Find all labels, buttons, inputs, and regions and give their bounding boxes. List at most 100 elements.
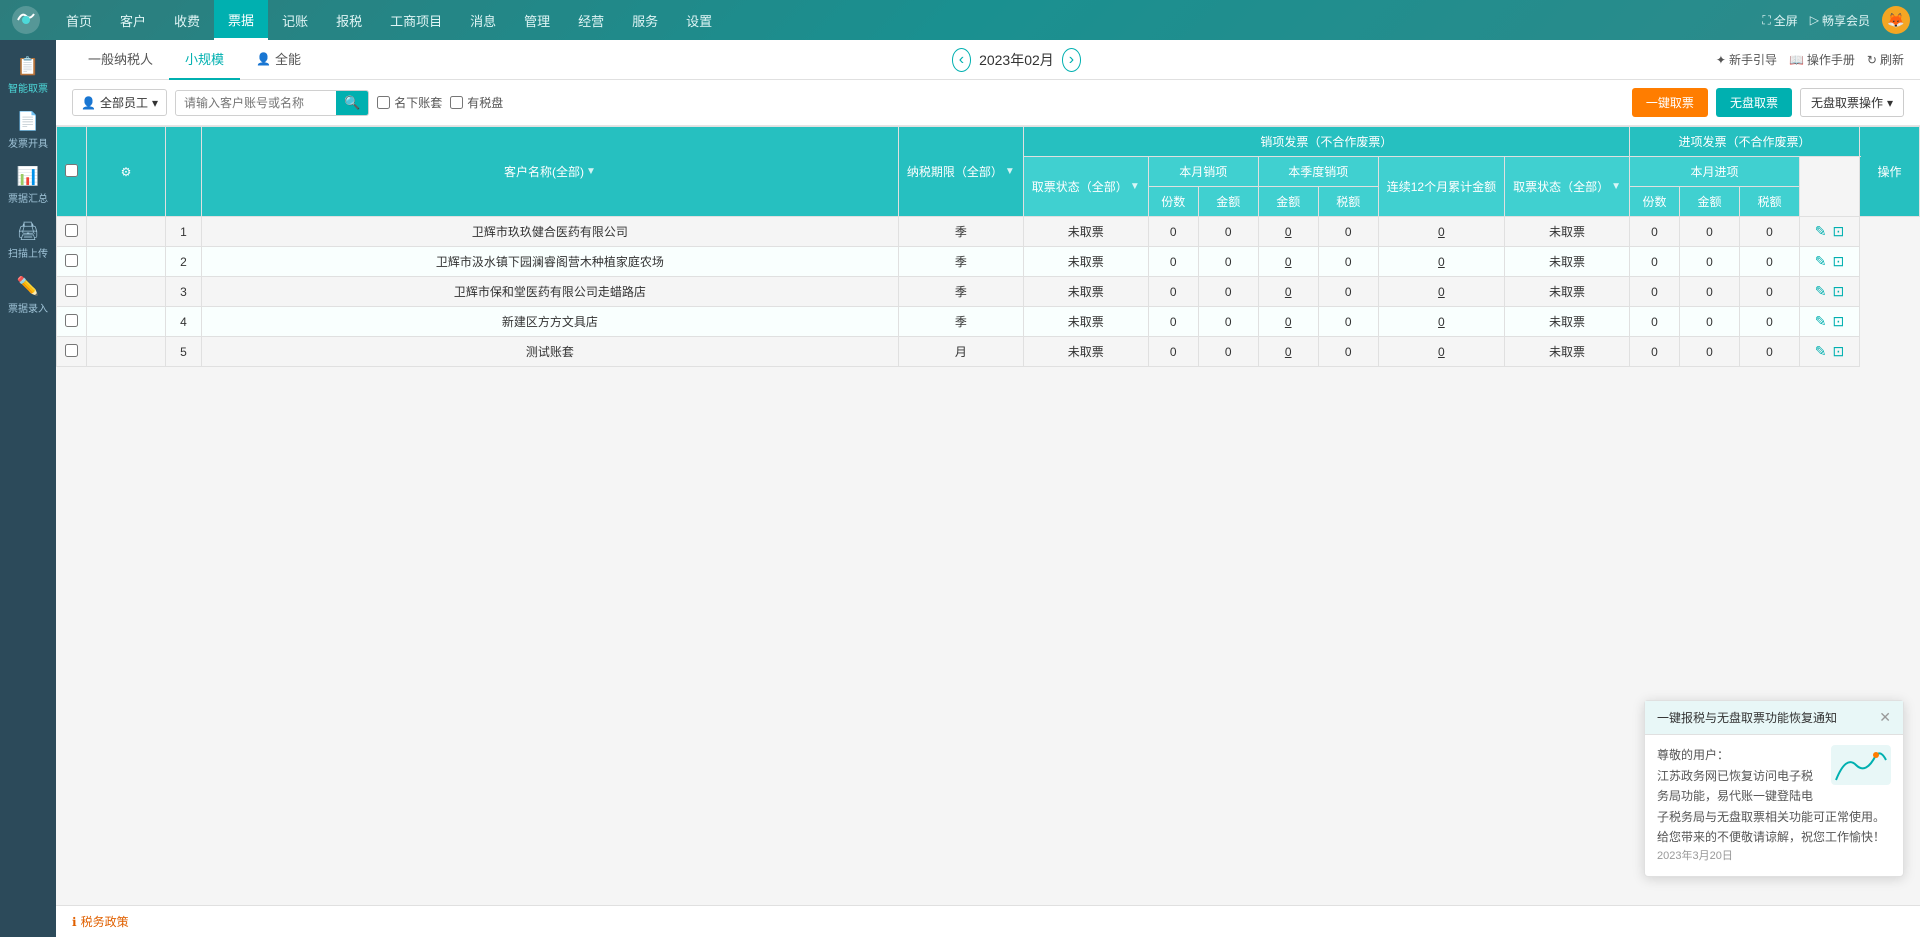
sales-status-filter-icon[interactable]: ▼	[1130, 181, 1140, 192]
notification-close-btn[interactable]: ✕	[1879, 709, 1891, 726]
has-disk-checkbox-label[interactable]: 有税盘	[450, 94, 503, 111]
col-sales-month-count: 份数	[1148, 187, 1198, 217]
row-customer: 卫辉市保和堂医药有限公司走蜡路店	[201, 277, 898, 307]
my-accounts-checkbox[interactable]	[377, 96, 390, 109]
next-period-btn[interactable]: ›	[1062, 48, 1081, 72]
row-checkbox[interactable]	[65, 314, 78, 327]
row-input-month-tax: 0	[1740, 277, 1800, 307]
refresh-link[interactable]: ↻ 刷新	[1867, 51, 1904, 68]
row-checkbox[interactable]	[65, 254, 78, 267]
edit-icon[interactable]: ✎	[1815, 343, 1827, 360]
row-sales-status: 未取票	[1023, 217, 1148, 247]
row-sales-month-amount: 0	[1198, 217, 1258, 247]
member-icon: ▷	[1810, 13, 1819, 27]
col-input-month-amount: 金额	[1680, 187, 1740, 217]
sidebar-item-ticket-entry[interactable]: ✏️ 票据录入	[0, 268, 56, 323]
table-body: 1 卫辉市玖玖健合医药有限公司 季 未取票 0 0 0 0 0 未取票 0 0 …	[57, 217, 1920, 367]
sidebar-item-scan-upload[interactable]: 🖨 扫描上传	[0, 213, 56, 268]
input-status-filter-icon[interactable]: ▼	[1611, 181, 1621, 192]
diskless-ticket-btn[interactable]: 无盘取票	[1716, 88, 1792, 117]
toolbar: 👤 全部员工 ▾ 🔍 名下账套 有税盘 一键取票 无盘取票 无盘取票操作	[56, 80, 1920, 126]
row-sales-quarter-tax: 0	[1318, 277, 1378, 307]
col-num-header	[165, 127, 201, 217]
nav-settings[interactable]: 设置	[672, 0, 726, 40]
more-diskless-btn[interactable]: 无盘取票操作 ▾	[1800, 88, 1904, 117]
avatar[interactable]: 🦊	[1882, 6, 1910, 34]
view-icon[interactable]: ⊡	[1833, 343, 1845, 360]
tax-policy-link[interactable]: ℹ 税务政策	[72, 913, 129, 930]
sidebar-item-ticket-summary[interactable]: 📊 票据汇总	[0, 158, 56, 213]
row-checkbox[interactable]	[65, 224, 78, 237]
nav-fee[interactable]: 收费	[160, 0, 214, 40]
row-settings-cell	[87, 277, 166, 307]
nav-operation[interactable]: 经营	[564, 0, 618, 40]
manual-link[interactable]: 📖 操作手册	[1789, 51, 1855, 68]
col-input-month-count: 份数	[1630, 187, 1680, 217]
nav-home[interactable]: 首页	[52, 0, 106, 40]
col-quarter-sales-header: 本季度销项	[1258, 157, 1378, 187]
row-sales-12month: 0	[1378, 277, 1504, 307]
nav-business[interactable]: 工商项目	[376, 0, 456, 40]
has-disk-checkbox[interactable]	[450, 96, 463, 109]
customer-filter-icon[interactable]: ▼	[586, 166, 596, 177]
period-label: 2023年02月	[979, 50, 1054, 70]
tab-general-taxpayer[interactable]: 一般纳税人	[72, 40, 169, 80]
employee-selector[interactable]: 👤 全部员工 ▾	[72, 89, 167, 116]
sidebar-item-invoice-open[interactable]: 📄 发票开具	[0, 103, 56, 158]
nav-invoice[interactable]: 票据	[214, 0, 268, 40]
nav-tax[interactable]: 报税	[322, 0, 376, 40]
select-all-checkbox[interactable]	[65, 164, 78, 177]
settings-icon[interactable]: ⚙	[121, 165, 132, 179]
nav-service[interactable]: 服务	[618, 0, 672, 40]
sub-tabs: 一般纳税人 小规模 👤 全能 ‹ 2023年02月 › ✦ 新手引导 📖 操作手…	[56, 40, 1920, 80]
guide-link[interactable]: ✦ 新手引导	[1716, 51, 1777, 68]
search-input[interactable]	[176, 92, 336, 114]
nav-message[interactable]: 消息	[456, 0, 510, 40]
col-action-header: 操作	[1860, 127, 1920, 217]
period-filter-icon[interactable]: ▼	[1005, 166, 1015, 177]
edit-icon[interactable]: ✎	[1815, 313, 1827, 330]
nav-manage[interactable]: 管理	[510, 0, 564, 40]
table-area: ⚙ 客户名称(全部) ▼ 纳税期限（全部） ▼	[56, 126, 1920, 937]
row-sales-month-amount: 0	[1198, 247, 1258, 277]
notification-popup: 一键报税与无盘取票功能恢复通知 ✕ 尊敬的用户：江苏政务网已恢复访问电子税务局功…	[1644, 700, 1904, 877]
row-sales-status: 未取票	[1023, 337, 1148, 367]
search-box: 🔍	[175, 90, 369, 116]
prev-period-btn[interactable]: ‹	[952, 48, 971, 72]
nav-accounting[interactable]: 记账	[268, 0, 322, 40]
row-checkbox-cell	[57, 307, 87, 337]
view-icon[interactable]: ⊡	[1833, 313, 1845, 330]
row-period: 月	[898, 337, 1023, 367]
app-logo[interactable]	[10, 4, 42, 36]
row-input-month-count: 0	[1630, 337, 1680, 367]
edit-icon[interactable]: ✎	[1815, 223, 1827, 240]
row-input-status: 未取票	[1505, 307, 1630, 337]
member-btn[interactable]: ▷ 畅享会员	[1810, 12, 1870, 29]
fullscreen-btn[interactable]: ⛶ 全屏	[1762, 12, 1797, 29]
col-sales-quarter-amount: 金额	[1258, 187, 1318, 217]
sidebar-item-smart-ticket[interactable]: 📋 智能取票	[0, 48, 56, 103]
tab-small-scale[interactable]: 小规模	[169, 40, 240, 80]
row-sales-quarter-amount: 0	[1258, 337, 1318, 367]
view-icon[interactable]: ⊡	[1833, 283, 1845, 300]
nav-customer[interactable]: 客户	[106, 0, 160, 40]
edit-icon[interactable]: ✎	[1815, 253, 1827, 270]
row-action-cell: ✎ ⊡	[1800, 307, 1860, 337]
notification-body: 尊敬的用户：江苏政务网已恢复访问电子税务局功能，易代账一键登陆电子税务局与无盘取…	[1645, 735, 1903, 876]
col-month-sales-header: 本月销项	[1148, 157, 1258, 187]
tab-all-ability[interactable]: 👤 全能	[240, 40, 317, 80]
one-click-ticket-btn[interactable]: 一键取票	[1632, 88, 1708, 117]
table-row: 4 新建区方方文具店 季 未取票 0 0 0 0 0 未取票 0 0 0 ✎ ⊡	[57, 307, 1920, 337]
view-icon[interactable]: ⊡	[1833, 253, 1845, 270]
my-accounts-checkbox-label[interactable]: 名下账套	[377, 94, 442, 111]
row-period: 季	[898, 277, 1023, 307]
row-checkbox-cell	[57, 337, 87, 367]
edit-icon[interactable]: ✎	[1815, 283, 1827, 300]
row-checkbox[interactable]	[65, 284, 78, 297]
row-action-cell: ✎ ⊡	[1800, 277, 1860, 307]
search-button[interactable]: 🔍	[336, 91, 368, 115]
row-input-month-amount: 0	[1680, 277, 1740, 307]
row-checkbox[interactable]	[65, 344, 78, 357]
view-icon[interactable]: ⊡	[1833, 223, 1845, 240]
ticket-summary-icon: 📊	[17, 166, 39, 187]
